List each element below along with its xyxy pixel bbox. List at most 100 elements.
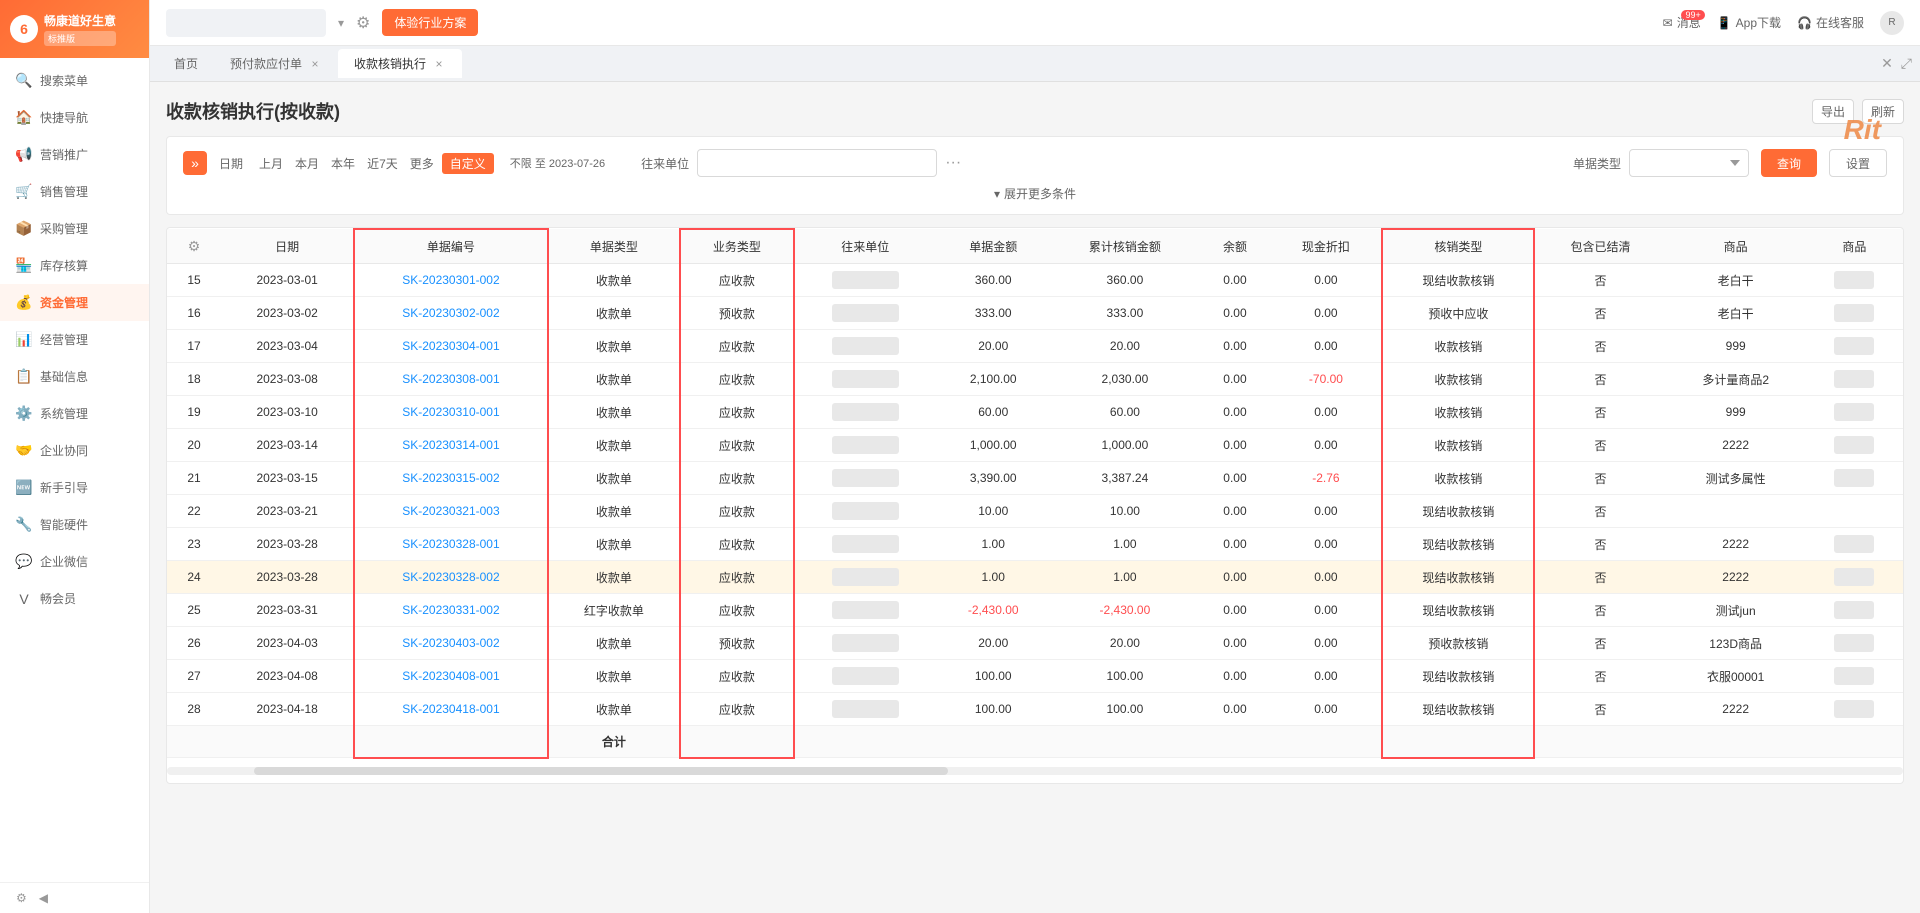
tabbar: 首页 预付款应付单 × 收款核销执行 × ✕ ⤢	[150, 46, 1920, 82]
tab-prepay-close[interactable]: ×	[308, 57, 322, 71]
voucher-no-link[interactable]: SK-20230314-001	[402, 438, 499, 452]
sidebar-item-finance[interactable]: 💰 资金管理	[0, 284, 149, 321]
tab-collection-close[interactable]: ×	[432, 57, 446, 71]
voucher-no-link[interactable]: SK-20230321-003	[402, 504, 499, 518]
cell-include-settled: 否	[1534, 528, 1665, 561]
sidebar-item-system[interactable]: ⚙️ 系统管理	[0, 395, 149, 432]
sidebar-item-quicknav[interactable]: 🏠 快捷导航	[0, 99, 149, 136]
cell-cash-discount: 0.00	[1271, 594, 1383, 627]
voucher-no-link[interactable]: SK-20230304-001	[402, 339, 499, 353]
headset-icon: 🎧	[1797, 16, 1812, 30]
voucher-no-link[interactable]: SK-20230418-001	[402, 702, 499, 716]
cell-cancel-type: 现结收款核销	[1382, 594, 1534, 627]
cell-date: 2023-03-14	[221, 429, 354, 462]
sidebar-item-sales[interactable]: 🛒 销售管理	[0, 173, 149, 210]
sidebar-collapse-btn[interactable]: ◀	[39, 891, 48, 905]
cell-biz-type: 应收款	[680, 495, 793, 528]
settings-button[interactable]: 设置	[1829, 149, 1887, 177]
voucher-no-link[interactable]: SK-20230315-002	[402, 471, 499, 485]
voucher-no-link[interactable]: SK-20230301-002	[402, 273, 499, 287]
sidebar-item-basic[interactable]: 📋 基础信息	[0, 358, 149, 395]
cell-balance: 0.00	[1199, 462, 1270, 495]
cell-cash-discount: 0.00	[1271, 297, 1383, 330]
more-date-btn[interactable]: 更多	[406, 153, 438, 174]
cell-voucher-type: 收款单	[548, 429, 681, 462]
voucher-no-link[interactable]: SK-20230328-002	[402, 570, 499, 584]
sidebar-item-guide[interactable]: 🆕 新手引导	[0, 469, 149, 506]
cell-product: 多计量商品2	[1666, 363, 1806, 396]
table-row: 27 2023-04-08 SK-20230408-001 收款单 应收款 ██…	[167, 660, 1903, 693]
voucher-no-link[interactable]: SK-20230331-002	[402, 603, 499, 617]
sidebar-item-wechat[interactable]: 💬 企业微信	[0, 543, 149, 580]
product2-thumb: ██	[1834, 634, 1874, 652]
table-settings-icon[interactable]: ⚙	[188, 238, 201, 254]
cell-seq: 24	[167, 561, 221, 594]
sidebar-item-hardware[interactable]: 🔧 智能硬件	[0, 506, 149, 543]
tab-close-all-icon[interactable]: ✕	[1881, 55, 1893, 72]
topbar-gear-icon[interactable]: ⚙	[356, 13, 370, 33]
cell-voucher-no: SK-20230310-001	[354, 396, 547, 429]
col-settings-header[interactable]: ⚙	[167, 229, 221, 264]
voucher-no-link[interactable]: SK-20230403-002	[402, 636, 499, 650]
sidebar-item-operation[interactable]: 📊 经营管理	[0, 321, 149, 358]
expand-more-btn[interactable]: ▾ 展开更多条件	[994, 185, 1076, 202]
industry-solution-button[interactable]: 体验行业方案	[382, 9, 478, 36]
query-button[interactable]: 查询	[1761, 149, 1817, 177]
cell-biz-type: 应收款	[680, 429, 793, 462]
last-month-btn[interactable]: 上月	[255, 153, 287, 174]
last-7days-btn[interactable]: 近7天	[363, 153, 402, 174]
topbar-search-input[interactable]	[166, 9, 326, 37]
cell-cumulative: 333.00	[1050, 297, 1199, 330]
app-download-button[interactable]: 📱 App下载	[1717, 14, 1781, 31]
cell-cash-discount: 0.00	[1271, 495, 1383, 528]
table-horizontal-scrollbar[interactable]	[167, 767, 1903, 775]
cell-date: 2023-03-15	[221, 462, 354, 495]
sidebar-item-inventory[interactable]: 🏪 库存核算	[0, 247, 149, 284]
sidebar-item-search[interactable]: 🔍 搜索菜单	[0, 62, 149, 99]
cell-seq: 28	[167, 693, 221, 726]
custom-date-btn[interactable]: 自定义	[442, 153, 494, 174]
tab-collection[interactable]: 收款核销执行 ×	[338, 49, 462, 78]
cell-include-settled: 否	[1534, 495, 1665, 528]
voucher-no-link[interactable]: SK-20230310-001	[402, 405, 499, 419]
cell-voucher-type: 收款单	[548, 660, 681, 693]
tab-expand-icon[interactable]: ⤢	[1901, 55, 1912, 72]
scrollbar-thumb[interactable]	[254, 767, 948, 775]
sidebar-bottom: ⚙ ◀	[0, 882, 149, 913]
tab-home[interactable]: 首页	[158, 49, 214, 78]
partner-input[interactable]	[697, 149, 937, 177]
sidebar-item-purchase[interactable]: 📦 采购管理	[0, 210, 149, 247]
logo-text: 畅康道好生意 标推版	[44, 12, 116, 46]
cell-biz-type: 应收款	[680, 363, 793, 396]
sidebar-item-member[interactable]: V 畅会员	[0, 580, 149, 617]
cell-product: 2222	[1666, 429, 1806, 462]
this-year-btn[interactable]: 本年	[327, 153, 359, 174]
this-month-btn[interactable]: 本月	[291, 153, 323, 174]
refresh-button[interactable]: 刷新	[1862, 99, 1904, 124]
cell-date: 2023-03-10	[221, 396, 354, 429]
cell-partner: ██████	[794, 528, 936, 561]
sidebar-item-collab[interactable]: 🤝 企业协同	[0, 432, 149, 469]
voucher-type-select[interactable]	[1629, 149, 1749, 177]
table-row: 25 2023-03-31 SK-20230331-002 红字收款单 应收款 …	[167, 594, 1903, 627]
sidebar-item-marketing[interactable]: 📢 营销推广	[0, 136, 149, 173]
voucher-no-link[interactable]: SK-20230302-002	[402, 306, 499, 320]
voucher-no-link[interactable]: SK-20230328-001	[402, 537, 499, 551]
voucher-no-link[interactable]: SK-20230308-001	[402, 372, 499, 386]
col-product-header: 商品	[1666, 229, 1806, 264]
cell-product: 老白干	[1666, 297, 1806, 330]
export-button[interactable]: 导出	[1812, 99, 1854, 124]
cell-cash-discount: 0.00	[1271, 693, 1383, 726]
messages-button[interactable]: ✉ 消息 99+	[1663, 14, 1701, 31]
table-row: 20 2023-03-14 SK-20230314-001 收款单 应收款 ██…	[167, 429, 1903, 462]
tab-prepay[interactable]: 预付款应付单 ×	[214, 49, 338, 78]
user-avatar[interactable]: R	[1880, 11, 1904, 35]
voucher-no-link[interactable]: SK-20230408-001	[402, 669, 499, 683]
sidebar-logo: 6 畅康道好生意 标推版	[0, 0, 149, 58]
sidebar-settings-btn[interactable]: ⚙	[16, 891, 27, 905]
topbar-dropdown-arrow[interactable]: ▾	[338, 16, 344, 30]
filter-toggle-btn[interactable]: »	[183, 151, 207, 175]
cell-include-settled: 否	[1534, 594, 1665, 627]
online-service-button[interactable]: 🎧 在线客服	[1797, 14, 1864, 31]
partner-more-icon[interactable]: ···	[945, 154, 961, 172]
